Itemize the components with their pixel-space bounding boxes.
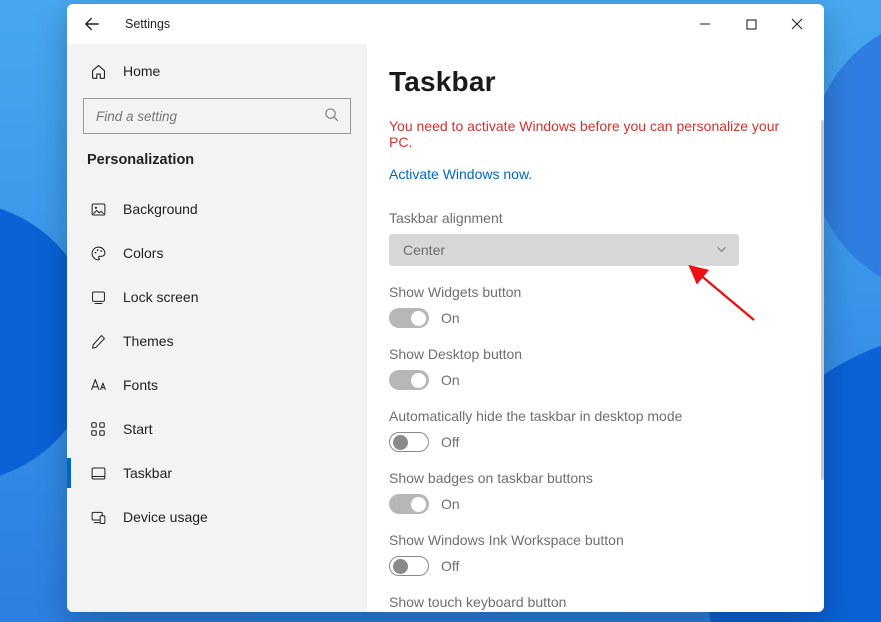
nav-background[interactable]: Background <box>83 188 351 230</box>
alignment-dropdown[interactable]: Center <box>389 234 739 266</box>
toggle-state: On <box>441 310 460 326</box>
search-input[interactable] <box>94 108 324 125</box>
search-icon <box>324 107 340 125</box>
setting-taskbar-alignment: Taskbar alignment Center <box>389 210 802 266</box>
setting-show-widgets: Show Widgets button On <box>389 284 802 328</box>
setting-label: Show badges on taskbar buttons <box>389 470 802 486</box>
activate-windows-link[interactable]: Activate Windows now. <box>389 166 802 182</box>
window-title: Settings <box>125 17 170 31</box>
nav-label: Background <box>123 201 198 217</box>
setting-label: Show touch keyboard button <box>389 594 802 610</box>
lock-screen-icon <box>89 288 107 306</box>
maximize-button[interactable] <box>728 7 774 41</box>
title-bar-left: Settings <box>77 9 170 39</box>
image-icon <box>89 200 107 218</box>
sidebar-nav: Background Colors Lock screen Themes Fon… <box>83 188 351 538</box>
grid-icon <box>89 420 107 438</box>
page-title: Taskbar <box>389 66 802 98</box>
nav-label: Themes <box>123 333 174 349</box>
scroll-indicator[interactable] <box>821 120 824 480</box>
toggle-state: On <box>441 372 460 388</box>
nav-colors[interactable]: Colors <box>83 232 351 274</box>
setting-touch-keyboard: Show touch keyboard button <box>389 594 802 610</box>
taskbar-icon <box>89 464 107 482</box>
nav-label: Colors <box>123 245 163 261</box>
minimize-button[interactable] <box>682 7 728 41</box>
sidebar-section-header: Personalization <box>87 152 351 168</box>
nav-fonts[interactable]: Fonts <box>83 364 351 406</box>
toggle-state: Off <box>441 434 459 450</box>
setting-label: Show Windows Ink Workspace button <box>389 532 802 548</box>
setting-ink-workspace: Show Windows Ink Workspace button Off <box>389 532 802 576</box>
setting-label: Automatically hide the taskbar in deskto… <box>389 408 802 424</box>
nav-home[interactable]: Home <box>83 50 351 92</box>
chevron-down-icon <box>716 242 727 258</box>
nav-start[interactable]: Start <box>83 408 351 450</box>
close-button[interactable] <box>774 7 820 41</box>
nav-label: Fonts <box>123 377 158 393</box>
search-box[interactable] <box>83 98 351 134</box>
nav-taskbar[interactable]: Taskbar <box>83 452 351 494</box>
toggle-state: On <box>441 496 460 512</box>
nav-themes[interactable]: Themes <box>83 320 351 362</box>
font-icon <box>89 376 107 394</box>
settings-window: Settings Home <box>67 4 824 612</box>
toggle-ink-workspace[interactable] <box>389 556 429 576</box>
close-icon <box>791 18 803 30</box>
nav-label: Start <box>123 421 153 437</box>
nav-home-label: Home <box>123 63 160 79</box>
toggle-badges[interactable] <box>389 494 429 514</box>
pen-icon <box>89 332 107 350</box>
nav-lock-screen[interactable]: Lock screen <box>83 276 351 318</box>
setting-show-desktop: Show Desktop button On <box>389 346 802 390</box>
dropdown-value: Center <box>403 242 445 258</box>
maximize-icon <box>746 19 757 30</box>
toggle-show-widgets[interactable] <box>389 308 429 328</box>
toggle-show-desktop[interactable] <box>389 370 429 390</box>
back-button[interactable] <box>77 9 107 39</box>
setting-label: Show Desktop button <box>389 346 802 362</box>
nav-label: Taskbar <box>123 465 172 481</box>
nav-label: Lock screen <box>123 289 198 305</box>
nav-label: Device usage <box>123 509 208 525</box>
title-bar: Settings <box>67 4 824 44</box>
home-icon <box>89 62 107 80</box>
window-body: Home Personalization Background Colors <box>67 44 824 612</box>
setting-label: Show Widgets button <box>389 284 802 300</box>
window-controls <box>682 7 820 41</box>
minimize-icon <box>699 18 711 30</box>
toggle-auto-hide[interactable] <box>389 432 429 452</box>
nav-device-usage[interactable]: Device usage <box>83 496 351 538</box>
content-pane: Taskbar You need to activate Windows bef… <box>367 44 824 612</box>
device-icon <box>89 508 107 526</box>
setting-badges: Show badges on taskbar buttons On <box>389 470 802 514</box>
setting-label: Taskbar alignment <box>389 210 802 226</box>
toggle-state: Off <box>441 558 459 574</box>
sidebar: Home Personalization Background Colors <box>67 44 367 612</box>
palette-icon <box>89 244 107 262</box>
activation-warning: You need to activate Windows before you … <box>389 118 802 150</box>
setting-auto-hide: Automatically hide the taskbar in deskto… <box>389 408 802 452</box>
arrow-left-icon <box>84 16 100 32</box>
